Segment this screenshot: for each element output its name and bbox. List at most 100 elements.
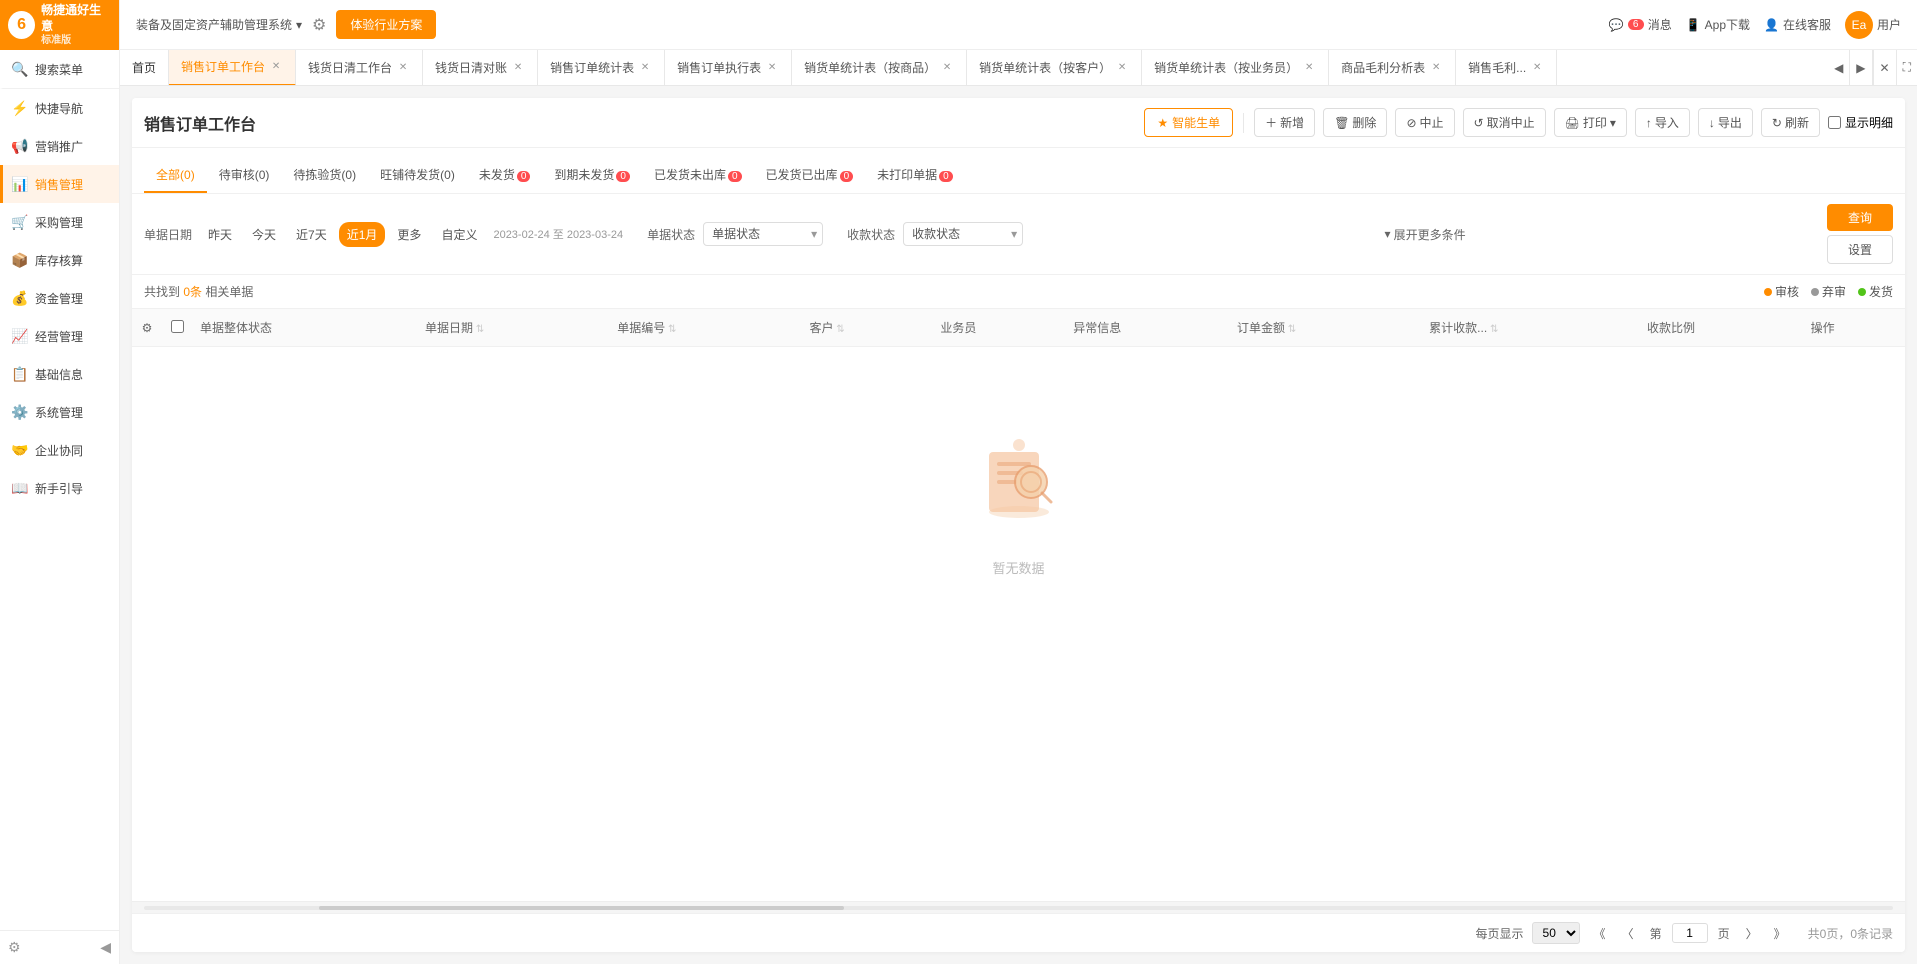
tab-close-icon[interactable]: ✕ bbox=[1302, 61, 1316, 75]
sidebar-item-sales[interactable]: 📊 销售管理 bbox=[0, 165, 119, 203]
col-number[interactable]: 单据编号 bbox=[609, 309, 801, 347]
tab-goods-stats[interactable]: 销货单统计表（按商品） ✕ bbox=[792, 50, 967, 86]
tab-close-icon[interactable]: ✕ bbox=[396, 61, 410, 75]
sidebar-item-management[interactable]: 📈 经营管理 bbox=[0, 317, 119, 355]
tab-sales-stats[interactable]: 销售订单统计表 ✕ bbox=[538, 50, 665, 86]
reject-action[interactable]: 弃审 bbox=[1811, 283, 1846, 300]
sidebar-item-label: 经营管理 bbox=[35, 328, 83, 345]
refresh-button[interactable]: ↻ 刷新 bbox=[1761, 108, 1820, 137]
col-cumulative[interactable]: 累计收款... bbox=[1421, 309, 1639, 347]
delete-button[interactable]: 🗑 删除 bbox=[1323, 108, 1387, 137]
tab-close-all[interactable]: ✕ bbox=[1873, 50, 1896, 86]
col-amount[interactable]: 订单金额 bbox=[1229, 309, 1421, 347]
sidebar-item-newbie[interactable]: 📖 新手引导 bbox=[0, 469, 119, 507]
tab-home[interactable]: 首页 bbox=[120, 50, 169, 86]
filter-tab-shipped-out[interactable]: 已发货已出库0 bbox=[754, 158, 866, 193]
page-last-btn[interactable]: 》 bbox=[1768, 923, 1792, 944]
sidebar-search[interactable]: 🔍 搜索菜单 bbox=[0, 50, 119, 89]
query-button[interactable]: 查询 bbox=[1827, 204, 1893, 231]
col-checkbox-header[interactable] bbox=[162, 309, 192, 347]
tab-close-icon[interactable]: ✕ bbox=[1429, 61, 1443, 75]
stop-button[interactable]: ⊘ 中止 bbox=[1395, 108, 1454, 137]
payment-select[interactable]: 收款状态 bbox=[903, 222, 1023, 246]
tab-close-icon[interactable]: ✕ bbox=[765, 61, 779, 75]
tab-sales-order[interactable]: 销售订单工作台 ✕ bbox=[169, 50, 296, 86]
cancel-stop-button[interactable]: ↺ 取消中止 bbox=[1463, 108, 1546, 137]
scrollbar-thumb[interactable] bbox=[319, 906, 844, 910]
export-button[interactable]: ↓ 导出 bbox=[1698, 108, 1753, 137]
horizontal-scrollbar[interactable] bbox=[132, 901, 1905, 913]
per-page-select[interactable]: 50 bbox=[1532, 922, 1580, 944]
tab-daily-clear[interactable]: 钱货日清工作台 ✕ bbox=[296, 50, 423, 86]
tab-close-icon[interactable]: ✕ bbox=[511, 61, 525, 75]
filter-tab-wangpu[interactable]: 旺铺待发货(0) bbox=[368, 158, 467, 193]
status-select[interactable]: 单据状态 bbox=[703, 222, 823, 246]
tab-salesman-stats[interactable]: 销货单统计表（按业务员） ✕ bbox=[1142, 50, 1329, 86]
tab-sales-margin[interactable]: 销售毛利... ✕ bbox=[1456, 50, 1557, 86]
tab-nav-prev[interactable]: ◀ bbox=[1828, 50, 1850, 86]
sidebar-item-inventory[interactable]: 📦 库存核算 bbox=[0, 241, 119, 279]
page-prev-btn[interactable]: 〈 bbox=[1616, 923, 1640, 944]
sidebar-item-purchase[interactable]: 🛒 采购管理 bbox=[0, 203, 119, 241]
industry-solution-button[interactable]: 体验行业方案 bbox=[336, 10, 436, 39]
show-detail-input[interactable] bbox=[1828, 116, 1841, 129]
deliver-action[interactable]: 发货 bbox=[1858, 283, 1893, 300]
date-btn-yesterday[interactable]: 昨天 bbox=[200, 222, 240, 247]
tab-close-icon[interactable]: ✕ bbox=[940, 61, 954, 75]
filter-tab-pending[interactable]: 待审核(0) bbox=[207, 158, 282, 193]
page-next-btn[interactable]: 〉 bbox=[1740, 923, 1764, 944]
tab-close-icon[interactable]: ✕ bbox=[269, 60, 283, 74]
col-date[interactable]: 单据日期 bbox=[417, 309, 609, 347]
filter-tab-unprinted[interactable]: 未打印单据0 bbox=[865, 158, 965, 193]
tab-maximize[interactable]: ⛶ bbox=[1896, 50, 1917, 86]
tab-reconcile[interactable]: 钱货日清对账 ✕ bbox=[423, 50, 538, 86]
message-action[interactable]: 💬 6 消息 bbox=[1609, 16, 1672, 33]
show-detail-checkbox[interactable]: 显示明细 bbox=[1828, 114, 1893, 131]
filter-tab-inspection[interactable]: 待拣验货(0) bbox=[281, 158, 368, 193]
col-settings[interactable]: ⚙ bbox=[132, 309, 162, 347]
settings-icon[interactable]: ⚙ bbox=[8, 939, 21, 956]
tab-close-icon[interactable]: ✕ bbox=[1115, 61, 1129, 75]
tab-customer-stats[interactable]: 销货单统计表（按客户） ✕ bbox=[967, 50, 1142, 86]
sidebar-item-marketing[interactable]: 📢 营销推广 bbox=[0, 127, 119, 165]
date-btn-7days[interactable]: 近7天 bbox=[288, 222, 335, 247]
sidebar-item-system[interactable]: ⚙️ 系统管理 bbox=[0, 393, 119, 431]
system-title-text: 装备及固定资产辅助管理系统 bbox=[136, 16, 292, 33]
message-badge: 6 bbox=[1628, 19, 1644, 30]
tab-sales-exec[interactable]: 销售订单执行表 ✕ bbox=[665, 50, 792, 86]
select-all-checkbox[interactable] bbox=[171, 320, 184, 333]
settings-button[interactable]: 设置 bbox=[1827, 235, 1893, 264]
print-button[interactable]: 🖨 打印 ▾ bbox=[1554, 108, 1627, 137]
smart-gen-button[interactable]: ★ 智能生单 bbox=[1144, 108, 1233, 137]
audit-action[interactable]: 审核 bbox=[1764, 283, 1799, 300]
system-title[interactable]: 装备及固定资产辅助管理系统 ▾ bbox=[136, 16, 302, 33]
import-button[interactable]: ↑ 导入 bbox=[1635, 108, 1690, 137]
sidebar-item-quicknav[interactable]: ⚡ 快捷导航 bbox=[0, 89, 119, 127]
expand-filter-button[interactable]: ▾ 展开更多条件 bbox=[1385, 226, 1466, 243]
date-btn-custom[interactable]: 自定义 bbox=[433, 222, 485, 247]
page-input[interactable] bbox=[1672, 923, 1708, 943]
tab-close-icon[interactable]: ✕ bbox=[1530, 61, 1544, 75]
date-btn-more[interactable]: 更多 bbox=[389, 222, 429, 247]
date-btn-today[interactable]: 今天 bbox=[244, 222, 284, 247]
tab-close-icon[interactable]: ✕ bbox=[638, 61, 652, 75]
tab-nav-next[interactable]: ▶ bbox=[1850, 50, 1872, 86]
collapse-icon[interactable]: ◀ bbox=[100, 939, 111, 956]
filter-tab-undelivered[interactable]: 未发货0 bbox=[467, 158, 543, 193]
filter-tab-shipped-not-out[interactable]: 已发货未出库0 bbox=[642, 158, 754, 193]
filter-tab-all[interactable]: 全部(0) bbox=[144, 158, 207, 193]
sidebar-item-basic[interactable]: 📋 基础信息 bbox=[0, 355, 119, 393]
tab-margin[interactable]: 商品毛利分析表 ✕ bbox=[1329, 50, 1456, 86]
date-filter-label: 单据日期 bbox=[144, 226, 192, 243]
date-btn-1month[interactable]: 近1月 bbox=[339, 222, 386, 247]
add-button[interactable]: ＋ 新增 bbox=[1254, 108, 1315, 137]
page-first-btn[interactable]: 《 bbox=[1588, 923, 1612, 944]
sidebar-item-collab[interactable]: 🤝 企业协同 bbox=[0, 431, 119, 469]
app-download-action[interactable]: 📱 App下载 bbox=[1686, 16, 1750, 33]
settings-icon[interactable]: ⚙ bbox=[312, 15, 326, 35]
user-action[interactable]: Ea 用户 bbox=[1845, 11, 1901, 39]
sidebar-item-finance[interactable]: 💰 资金管理 bbox=[0, 279, 119, 317]
filter-tab-overdue[interactable]: 到期未发货0 bbox=[542, 158, 642, 193]
col-customer[interactable]: 客户 bbox=[801, 309, 932, 347]
online-service-action[interactable]: 👤 在线客服 bbox=[1764, 16, 1831, 33]
